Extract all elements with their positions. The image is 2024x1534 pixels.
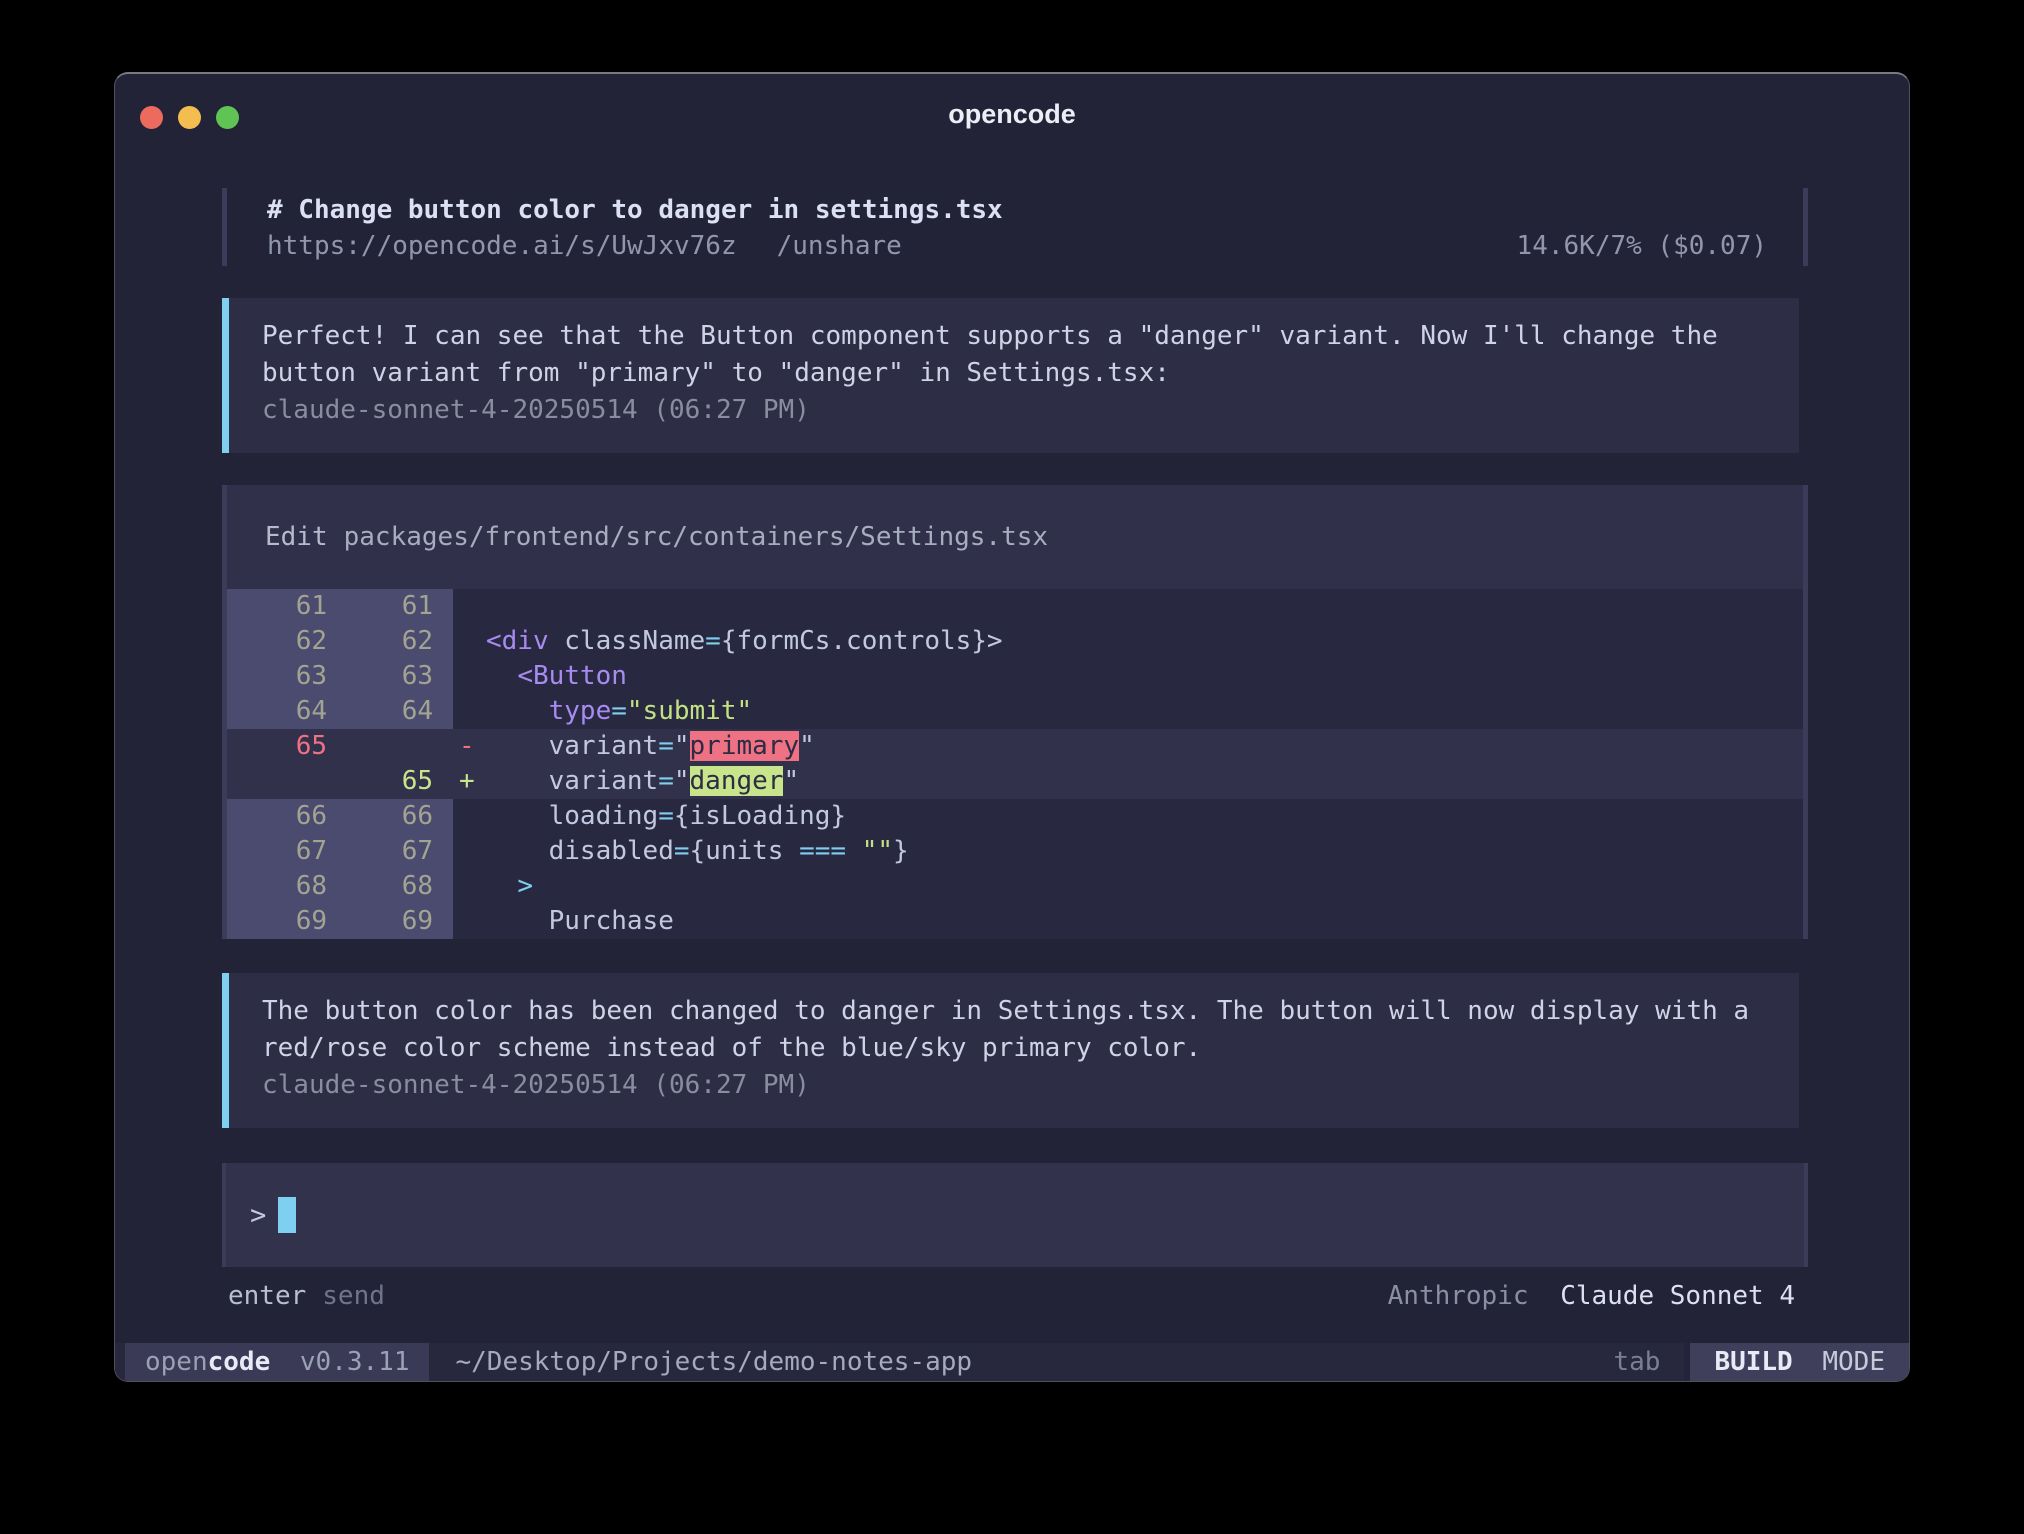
prompt-caret: > xyxy=(250,1200,266,1231)
edit-tool-filepath: packages/frontend/src/containers/Setting… xyxy=(344,522,1048,552)
brand-suffix: code xyxy=(208,1347,271,1377)
diff-row: 6969 Purchase xyxy=(227,904,1803,939)
diff-row: 6161 xyxy=(227,589,1803,624)
assistant-message: The button color has been changed to dan… xyxy=(222,973,1799,1128)
tab-key-hint: tab xyxy=(1613,1343,1660,1381)
token-cost-stats: 14.6K/7% ($0.07) xyxy=(1517,228,1767,264)
diff-row: 6767 disabled={units === ""} xyxy=(227,834,1803,869)
assistant-message: Perfect! I can see that the Button compo… xyxy=(222,298,1799,453)
session-title: # Change button color to danger in setti… xyxy=(267,192,1003,228)
edit-tool-action: Edit xyxy=(265,522,328,552)
diff-row: 6262<div className={formCs.controls}> xyxy=(227,624,1803,659)
edit-tool-header: Edit packages/frontend/src/containers/Se… xyxy=(227,485,1803,589)
input-hints-row: enter send Anthropic Claude Sonnet 4 xyxy=(222,1279,1808,1313)
share-url[interactable]: https://opencode.ai/s/UwJxv76z xyxy=(267,228,737,264)
send-hint-label: send xyxy=(322,1279,385,1313)
traffic-lights xyxy=(140,106,239,129)
diff-row: 65- variant="primary" xyxy=(227,729,1803,764)
app-version: v0.3.11 xyxy=(300,1347,410,1377)
message-text: Perfect! I can see that the Button compo… xyxy=(262,318,1763,392)
diff-row: 6363 <Button xyxy=(227,659,1803,694)
enter-key-hint: enter xyxy=(228,1279,306,1313)
session-header: # Change button color to danger in setti… xyxy=(222,188,1808,266)
message-text: The button color has been changed to dan… xyxy=(262,993,1763,1067)
zoom-window-icon[interactable] xyxy=(216,106,239,129)
working-directory: ~/Desktop/Projects/demo-notes-app xyxy=(455,1343,972,1381)
diff-row: 6464 type="submit" xyxy=(227,694,1803,729)
provider-label: Anthropic xyxy=(1388,1281,1529,1311)
text-cursor xyxy=(278,1197,296,1233)
minimize-window-icon[interactable] xyxy=(178,106,201,129)
opencode-window: opencode # Change button color to danger… xyxy=(114,72,1910,1382)
mode-label: MODE xyxy=(1822,1347,1885,1377)
edit-tool-card: Edit packages/frontend/src/containers/Se… xyxy=(222,485,1808,939)
diff-row: 65+ variant="danger" xyxy=(227,764,1803,799)
mode-name: BUILD xyxy=(1714,1347,1792,1377)
diff-row: 6868 > xyxy=(227,869,1803,904)
session-content: # Change button color to danger in setti… xyxy=(115,188,1909,1313)
title-bar: opencode xyxy=(115,74,1909,154)
close-window-icon[interactable] xyxy=(140,106,163,129)
unshare-link[interactable]: /unshare xyxy=(777,228,902,264)
model-label[interactable]: Claude Sonnet 4 xyxy=(1560,1281,1795,1311)
prompt-input[interactable]: > xyxy=(222,1163,1808,1267)
app-version-segment: opencode v0.3.11 xyxy=(125,1343,429,1381)
status-bar: opencode v0.3.11 ~/Desktop/Projects/demo… xyxy=(115,1343,1909,1381)
diff-body: 61616262<div className={formCs.controls}… xyxy=(227,589,1803,939)
brand-prefix: open xyxy=(145,1347,208,1377)
message-meta: claude-sonnet-4-20250514 (06:27 PM) xyxy=(262,1067,1763,1104)
diff-row: 6666 loading={isLoading} xyxy=(227,799,1803,834)
window-title: opencode xyxy=(948,99,1076,130)
message-meta: claude-sonnet-4-20250514 (06:27 PM) xyxy=(262,392,1763,429)
mode-toggle[interactable]: BUILD MODE xyxy=(1684,1343,1909,1381)
